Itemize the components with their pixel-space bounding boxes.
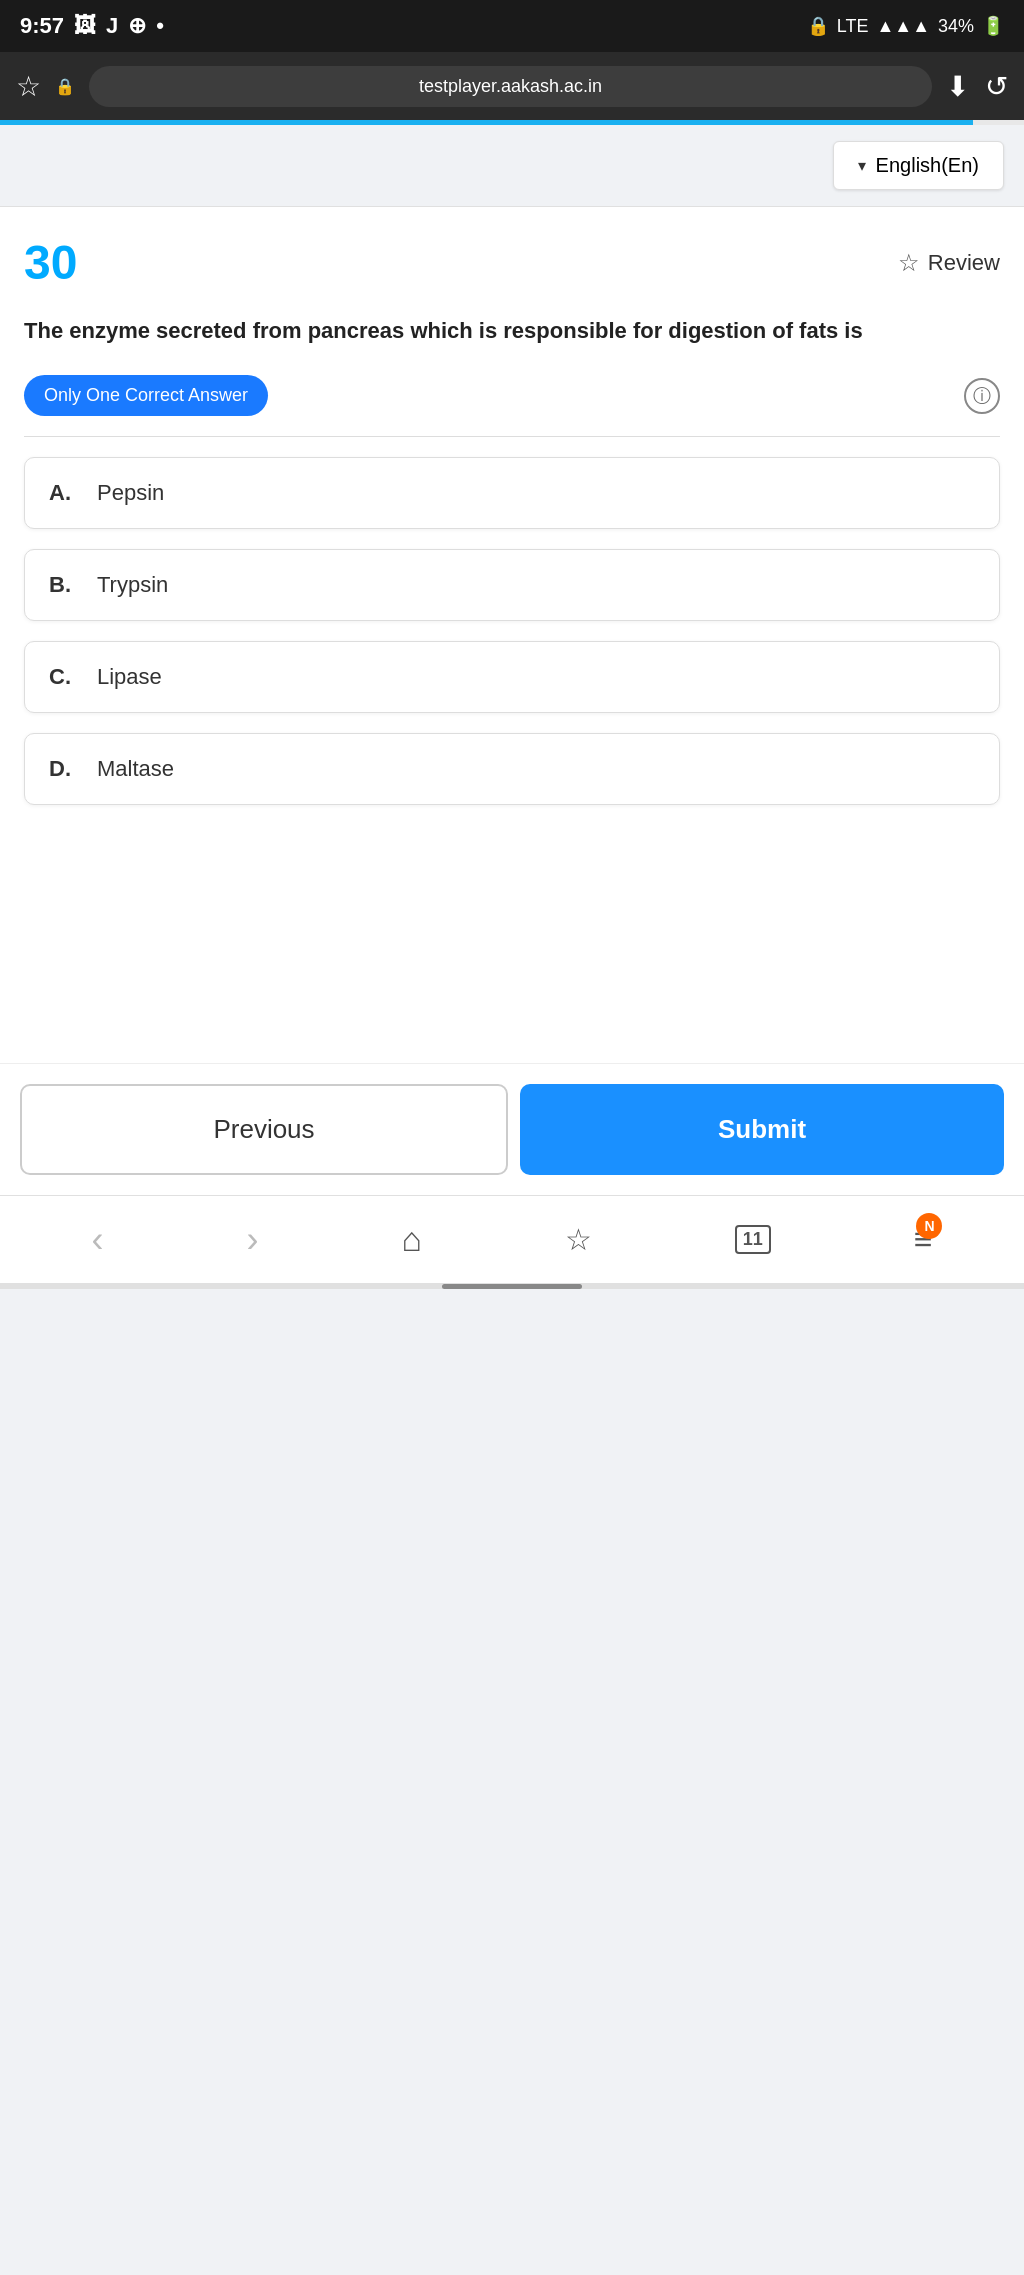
back-button[interactable]: ‹ xyxy=(91,1219,103,1261)
language-selector[interactable]: ▾ English(En) xyxy=(833,141,1004,190)
bottom-nav: ‹ › ⌂ ☆ 11 ≡ N xyxy=(0,1195,1024,1283)
option-c[interactable]: C. Lipase xyxy=(24,641,1000,713)
option-d[interactable]: D. Maltase xyxy=(24,733,1000,805)
question-number: 30 xyxy=(24,235,77,290)
dot-icon: • xyxy=(156,13,164,39)
lang-chevron-icon: ▾ xyxy=(858,156,866,175)
option-d-letter: D. xyxy=(49,756,77,782)
scroll-pill xyxy=(442,1284,582,1289)
status-time: 9:57 xyxy=(20,13,64,39)
refresh-icon[interactable]: ↺ xyxy=(985,70,1008,103)
lte-label: LTE xyxy=(837,16,869,37)
option-a-letter: A. xyxy=(49,480,77,506)
nav-buttons: Previous Submit xyxy=(0,1063,1024,1195)
progress-bar xyxy=(0,120,1024,125)
option-b-letter: B. xyxy=(49,572,77,598)
options-container: A. Pepsin B. Trypsin C. Lipase D. Maltas… xyxy=(24,457,1000,805)
submit-button[interactable]: Submit xyxy=(520,1084,1004,1175)
forward-button[interactable]: › xyxy=(246,1219,258,1261)
status-right: 🔒 LTE ▲▲▲ 34% 🔋 xyxy=(807,15,1004,37)
info-icon[interactable]: ⓘ xyxy=(964,378,1000,414)
progress-fill xyxy=(0,120,973,125)
lang-label: English(En) xyxy=(876,154,979,177)
signal-bars-icon: ▲▲▲ xyxy=(877,16,930,37)
review-star-icon: ☆ xyxy=(898,249,920,277)
notification-badge: N xyxy=(916,1213,942,1239)
battery-percent: 34% xyxy=(938,16,974,37)
status-left: 9:57 🖼 J ⊕ • xyxy=(20,13,164,39)
tab-count: 11 xyxy=(735,1225,771,1254)
review-label: Review xyxy=(928,250,1000,276)
menu-button[interactable]: ≡ N xyxy=(914,1221,933,1258)
lock-status-icon: 🔒 xyxy=(807,15,829,37)
home-button[interactable]: ⌂ xyxy=(401,1220,422,1259)
answer-type-badge: Only One Correct Answer xyxy=(24,375,268,416)
main-content: 30 ☆ Review The enzyme secreted from pan… xyxy=(0,207,1024,863)
scroll-indicator xyxy=(0,1283,1024,1289)
browser-bar: ☆ 🔒 testplayer.aakash.ac.in ⬇ ↺ xyxy=(0,52,1024,120)
url-text: testplayer.aakash.ac.in xyxy=(419,76,602,97)
option-a-text: Pepsin xyxy=(97,480,164,506)
option-b[interactable]: B. Trypsin xyxy=(24,549,1000,621)
browser-actions: ⬇ ↺ xyxy=(946,70,1008,103)
bottom-spacer xyxy=(0,863,1024,1063)
option-a[interactable]: A. Pepsin xyxy=(24,457,1000,529)
battery-icon: 🔋 xyxy=(982,15,1004,37)
status-bar: 9:57 🖼 J ⊕ • 🔒 LTE ▲▲▲ 34% 🔋 xyxy=(0,0,1024,52)
bookmark-button[interactable]: ☆ xyxy=(565,1222,592,1257)
url-bar[interactable]: testplayer.aakash.ac.in xyxy=(89,66,932,107)
review-button[interactable]: ☆ Review xyxy=(898,249,1000,277)
previous-button[interactable]: Previous xyxy=(20,1084,508,1175)
lang-area: ▾ English(En) xyxy=(0,125,1024,207)
photo-icon: 🖼 xyxy=(74,13,96,39)
favorite-icon[interactable]: ☆ xyxy=(16,70,41,103)
divider xyxy=(24,436,1000,437)
question-header: 30 ☆ Review xyxy=(24,235,1000,290)
browser-lock-icon: 🔒 xyxy=(55,77,75,96)
answer-type-row: Only One Correct Answer ⓘ xyxy=(24,375,1000,416)
tabs-button[interactable]: 11 xyxy=(735,1225,771,1254)
download-icon[interactable]: ⬇ xyxy=(946,70,969,103)
dots-icon: ⊕ xyxy=(128,13,146,39)
sim-icon: J xyxy=(106,13,118,39)
option-c-letter: C. xyxy=(49,664,77,690)
option-c-text: Lipase xyxy=(97,664,162,690)
question-text: The enzyme secreted from pancreas which … xyxy=(24,314,1000,347)
option-d-text: Maltase xyxy=(97,756,174,782)
option-b-text: Trypsin xyxy=(97,572,168,598)
